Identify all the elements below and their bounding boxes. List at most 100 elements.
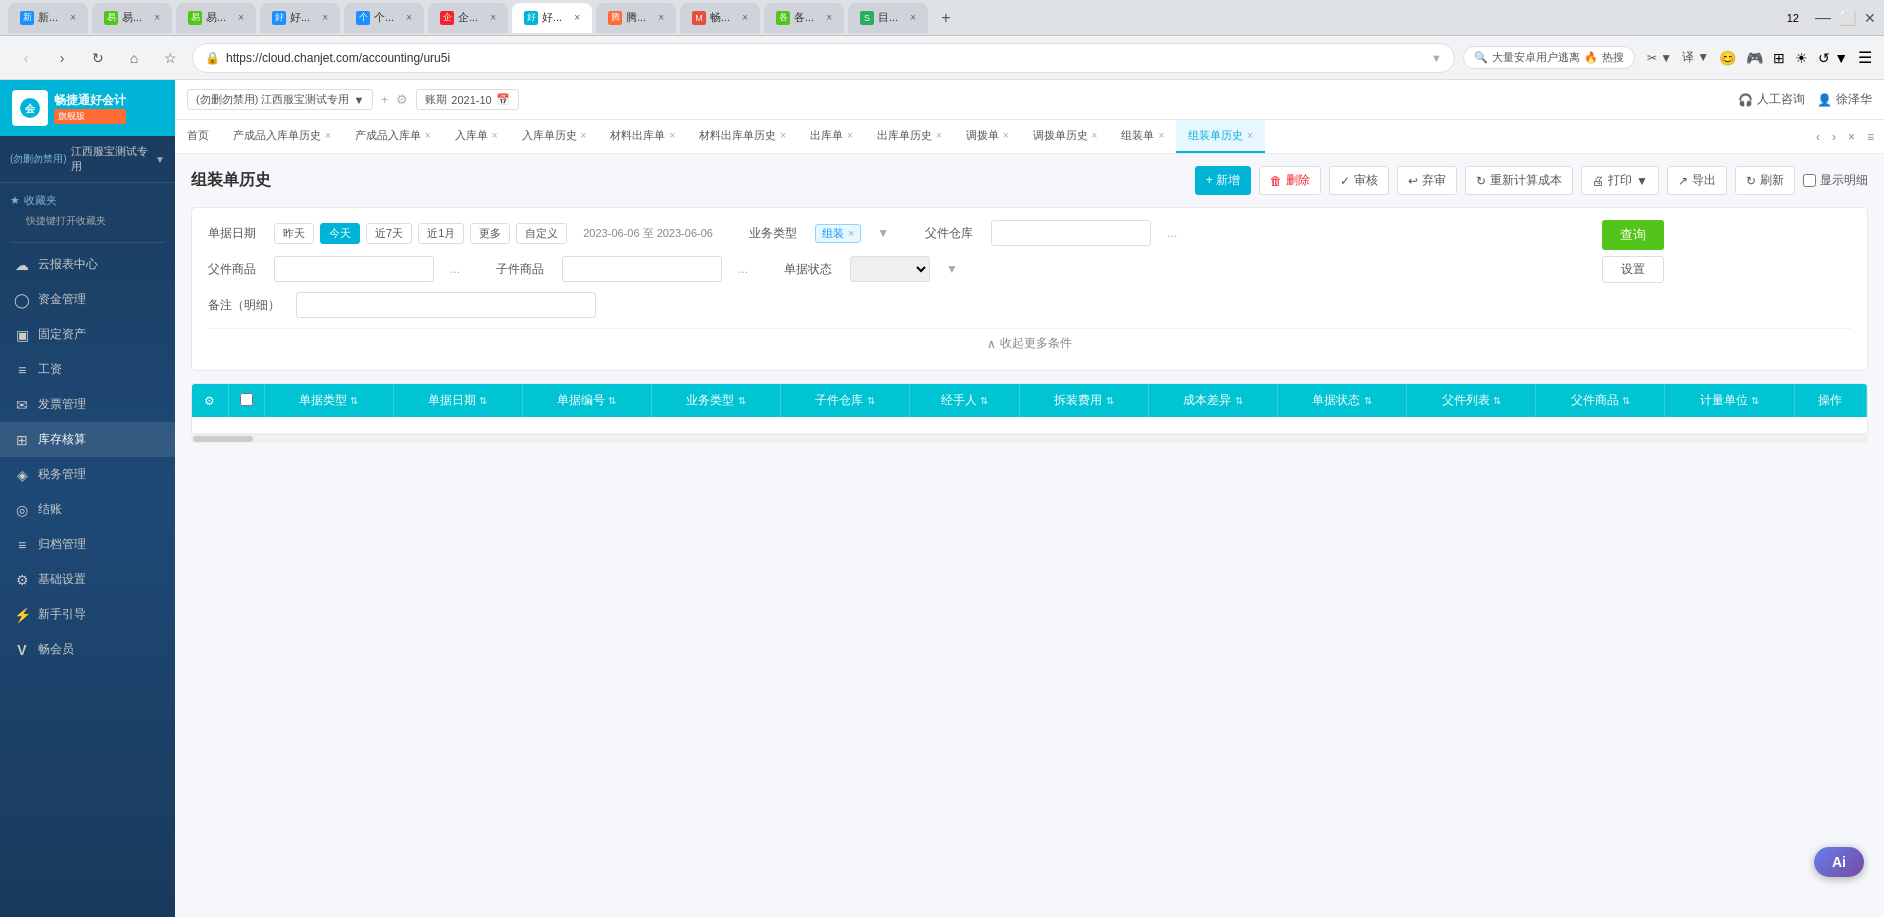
tab-close-11[interactable]: ×	[910, 12, 916, 23]
select-all-checkbox[interactable]	[240, 393, 253, 406]
tab-prod-inbound-close[interactable]: ×	[425, 130, 431, 141]
col-order-type[interactable]: 单据类型 ⇅	[264, 384, 393, 417]
browser-tab-4[interactable]: 好 好... ×	[260, 3, 340, 33]
notes-input[interactable]	[296, 292, 596, 318]
col-settings[interactable]: ⚙	[192, 384, 228, 417]
parent-goods-more[interactable]: ...	[450, 262, 460, 276]
nav-star-button[interactable]: ☆	[156, 44, 184, 72]
sidebar-item-guide[interactable]: ⚡ 新手引导	[0, 597, 175, 632]
date-yesterday-btn[interactable]: 昨天	[274, 223, 314, 244]
tab-scroll-right[interactable]: ›	[1826, 126, 1842, 148]
sidebar-item-assets[interactable]: ▣ 固定资产	[0, 317, 175, 352]
collapse-btn[interactable]: ∧ 收起更多条件	[208, 329, 1851, 358]
browser-tab-7[interactable]: 好 好... ×	[512, 3, 592, 33]
sidebar-company[interactable]: (勿删勿禁用) 江西服宝测试专用 ▼	[0, 136, 175, 183]
refresh-button[interactable]: ↻ 刷新	[1735, 166, 1795, 195]
tab-close-9[interactable]: ×	[742, 12, 748, 23]
date-last-month-btn[interactable]: 近1月	[418, 223, 464, 244]
tab-outbound[interactable]: 出库单 ×	[798, 120, 865, 153]
parent-warehouse-input[interactable]	[991, 220, 1151, 246]
tab-more[interactable]: ≡	[1861, 126, 1880, 148]
user-info[interactable]: 👤 徐泽华	[1817, 91, 1872, 108]
sidebar-item-checkout[interactable]: ◎ 结账	[0, 492, 175, 527]
date-last7-btn[interactable]: 近7天	[366, 223, 412, 244]
status-dropdown-chevron[interactable]: ▼	[946, 262, 958, 276]
tab-assemble-close[interactable]: ×	[1003, 130, 1009, 141]
tab-inbound-history[interactable]: 入库单历史 ×	[510, 120, 599, 153]
tab-material-out-history-close[interactable]: ×	[780, 130, 786, 141]
col-order-date[interactable]: 单据日期 ⇅	[393, 384, 522, 417]
menu-btn[interactable]: ☰	[1858, 48, 1872, 67]
tab-prod-inbound-history[interactable]: 产成品入库单历史 ×	[221, 120, 343, 153]
browser-restore[interactable]: ⬜	[1839, 10, 1856, 26]
nav-reload-button[interactable]: ↻	[84, 44, 112, 72]
tab-close-4[interactable]: ×	[322, 12, 328, 23]
undo-btn[interactable]: ↺ ▼	[1818, 50, 1848, 66]
new-tab-button[interactable]: +	[932, 4, 960, 32]
game-btn[interactable]: 🎮	[1746, 50, 1763, 66]
favorites-title[interactable]: ★ 收藏夹	[10, 189, 165, 212]
col-cost-diff[interactable]: 成本差异 ⇅	[1148, 384, 1277, 417]
sidebar-item-tax[interactable]: ◈ 税务管理	[0, 457, 175, 492]
col-order-no[interactable]: 单据编号 ⇅	[522, 384, 651, 417]
tab-inbound-close[interactable]: ×	[492, 130, 498, 141]
sidebar-item-archive[interactable]: ≡ 归档管理	[0, 527, 175, 562]
parent-warehouse-more[interactable]: ...	[1167, 226, 1177, 240]
nav-forward-button[interactable]: ›	[48, 44, 76, 72]
col-handler[interactable]: 经手人 ⇅	[910, 384, 1020, 417]
translate-btn[interactable]: 译 ▼	[1682, 49, 1709, 66]
tab-assemble[interactable]: 调拨单 ×	[954, 120, 1021, 153]
tab-inbound-history-close[interactable]: ×	[581, 130, 587, 141]
consultant-btn[interactable]: 🎧 人工咨询	[1738, 91, 1805, 108]
col-biz-type[interactable]: 业务类型 ⇅	[651, 384, 780, 417]
tab-assemble-history[interactable]: 调拨单历史 ×	[1021, 120, 1110, 153]
col-checkbox[interactable]	[228, 384, 264, 417]
period-selector[interactable]: 账期 2021-10 📅	[416, 89, 518, 110]
biz-type-tag-remove[interactable]: ×	[848, 227, 854, 239]
sidebar-item-funds[interactable]: ◯ 资金管理	[0, 282, 175, 317]
tab-close-2[interactable]: ×	[154, 12, 160, 23]
address-bar-chevron[interactable]: ▼	[1431, 52, 1442, 64]
recalculate-button[interactable]: ↻ 重新计算成本	[1465, 166, 1573, 195]
tab-kit-history-close[interactable]: ×	[1247, 130, 1253, 141]
emoji-btn[interactable]: 😊	[1719, 50, 1736, 66]
tab-prod-inbound-history-close[interactable]: ×	[325, 130, 331, 141]
tab-scroll-left[interactable]: ‹	[1810, 126, 1826, 148]
grid-btn[interactable]: ⊞	[1773, 50, 1785, 66]
scrollbar-thumb[interactable]	[193, 436, 253, 442]
nav-back-button[interactable]: ‹	[12, 44, 40, 72]
browser-tab-6[interactable]: 企 企... ×	[428, 3, 508, 33]
export-button[interactable]: ↗ 导出	[1667, 166, 1727, 195]
col-child-warehouse[interactable]: 子件仓库 ⇅	[780, 384, 909, 417]
browser-tab-1[interactable]: 新 新... ×	[8, 3, 88, 33]
sidebar-item-salary[interactable]: ≡ 工资	[0, 352, 175, 387]
ai-widget[interactable]: Ai	[1814, 847, 1864, 877]
print-button[interactable]: 🖨 打印 ▼	[1581, 166, 1659, 195]
tab-close-all[interactable]: ×	[1842, 126, 1861, 148]
approve-button[interactable]: ✓ 审核	[1329, 166, 1389, 195]
browser-tab-3[interactable]: 易 易... ×	[176, 3, 256, 33]
scissors-btn[interactable]: ✂ ▼	[1647, 51, 1672, 65]
tab-home[interactable]: 首页	[175, 120, 221, 153]
nav-home-button[interactable]: ⌂	[120, 44, 148, 72]
query-button[interactable]: 查询	[1602, 220, 1664, 250]
sidebar-item-settings[interactable]: ⚙ 基础设置	[0, 562, 175, 597]
tab-close-3[interactable]: ×	[238, 12, 244, 23]
browser-minimize[interactable]: —	[1815, 9, 1831, 27]
tab-assemble-history-close[interactable]: ×	[1092, 130, 1098, 141]
unapprove-button[interactable]: ↩ 弃审	[1397, 166, 1457, 195]
browser-close[interactable]: ✕	[1864, 10, 1876, 26]
browser-tab-11[interactable]: S 目... ×	[848, 3, 928, 33]
sidebar-item-invoice[interactable]: ✉ 发票管理	[0, 387, 175, 422]
col-disassemble-cost[interactable]: 拆装费用 ⇅	[1019, 384, 1148, 417]
header-settings-icon[interactable]: ⚙	[396, 92, 408, 107]
sidebar-item-reports[interactable]: ☁ 云报表中心	[0, 247, 175, 282]
col-parent-list[interactable]: 父件列表 ⇅	[1407, 384, 1536, 417]
tab-material-out[interactable]: 材料出库单 ×	[598, 120, 687, 153]
search-bar[interactable]: 🔍 大量安卓用户逃离 🔥 热搜	[1463, 46, 1635, 69]
horizontal-scrollbar[interactable]	[191, 435, 1868, 443]
display-detail-checkbox[interactable]	[1803, 174, 1816, 187]
date-custom-btn[interactable]: 自定义	[516, 223, 567, 244]
tab-close-8[interactable]: ×	[658, 12, 664, 23]
browser-tab-8[interactable]: 腾 腾... ×	[596, 3, 676, 33]
